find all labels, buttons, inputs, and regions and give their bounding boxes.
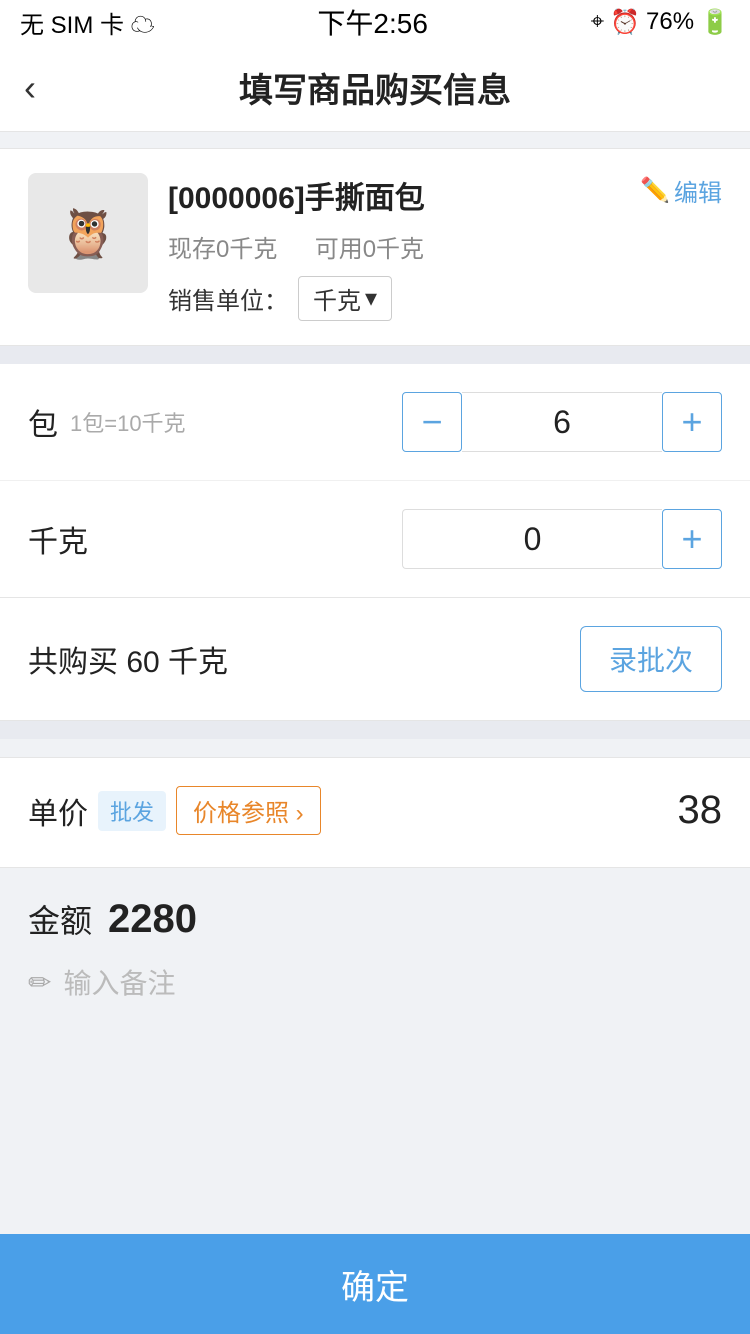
- product-thumbnail: 🦉: [28, 173, 148, 293]
- product-card: 🦉 [0000006]手撕面包 现存0千克 可用0千克 销售单位： 千克 ▾ ✏…: [0, 148, 750, 346]
- price-tag: 批发: [98, 791, 166, 831]
- edit-button[interactable]: ✏️ 编辑: [640, 173, 722, 208]
- kg-stepper: +: [402, 509, 722, 569]
- product-stock: 现存0千克 可用0千克: [168, 229, 620, 264]
- product-logo: 🦉: [58, 205, 118, 262]
- back-button[interactable]: ‹: [24, 67, 36, 109]
- status-bar: 无 SIM 卡 ☁ 下午2:56 ⌖ ⏰ 76% 🔋: [0, 0, 750, 44]
- product-name: [0000006]手撕面包: [168, 173, 620, 217]
- confirm-button[interactable]: 确定: [0, 1234, 750, 1334]
- header: ‹ 填写商品购买信息: [0, 44, 750, 132]
- location-icon: ⌖: [591, 8, 605, 36]
- unit-chevron-icon: ▾: [365, 284, 377, 313]
- price-label: 单价: [28, 789, 88, 833]
- bao-sub-label: 1包=10千克: [70, 406, 186, 438]
- battery-label: 76%: [646, 8, 694, 36]
- price-section: 单价 批发 价格参照 › 38: [0, 757, 750, 868]
- bao-plus-button[interactable]: +: [662, 392, 722, 452]
- stock-spacer: [284, 236, 308, 263]
- unit-value: 千克: [313, 281, 361, 316]
- kg-input-row: 千克 +: [0, 481, 750, 597]
- edit-label: 编辑: [674, 173, 722, 208]
- section-divider-1: [0, 346, 750, 364]
- bao-minus-button[interactable]: −: [402, 392, 462, 452]
- amount-label: 金额: [28, 896, 92, 942]
- battery-icon: 🔋: [700, 8, 730, 37]
- price-left: 单价 批发 价格参照 ›: [28, 786, 321, 835]
- summary-row: 共购买 60 千克 录批次: [0, 598, 750, 721]
- summary-text: 共购买 60 千克: [28, 637, 228, 681]
- price-value: 38: [678, 788, 723, 833]
- status-time: 下午2:56: [317, 2, 428, 42]
- price-ref-button[interactable]: 价格参照 ›: [176, 786, 321, 835]
- kg-input[interactable]: [402, 509, 662, 569]
- page-title: 填写商品购买信息: [239, 63, 511, 112]
- bao-input[interactable]: [462, 392, 662, 452]
- product-info: [0000006]手撕面包 现存0千克 可用0千克 销售单位： 千克 ▾: [168, 173, 620, 321]
- available-label: 可用0千克: [315, 236, 424, 263]
- bao-input-row: 包 1包=10千克 − +: [0, 364, 750, 481]
- section-divider-2: [0, 721, 750, 739]
- amount-section: 金额 2280 ✏ 输入备注: [0, 868, 750, 1022]
- status-right: ⌖ ⏰ 76% 🔋: [591, 8, 730, 37]
- batch-button[interactable]: 录批次: [580, 626, 722, 692]
- unit-label: 销售单位：: [168, 281, 288, 316]
- product-card-right: ✏️ 编辑: [640, 173, 722, 208]
- remark-icon: ✏: [28, 966, 51, 999]
- amount-value: 2280: [108, 897, 197, 942]
- price-row: 单价 批发 价格参照 › 38: [28, 786, 722, 835]
- bao-stepper: − +: [402, 392, 722, 452]
- input-section: 包 1包=10千克 − + 千克 +: [0, 364, 750, 598]
- remark-row[interactable]: ✏ 输入备注: [28, 962, 722, 1022]
- remark-placeholder[interactable]: 输入备注: [63, 962, 175, 1002]
- unit-select[interactable]: 千克 ▾: [298, 276, 392, 321]
- status-left: 无 SIM 卡 ☁: [20, 5, 155, 40]
- stock-label: 现存0千克: [168, 236, 277, 263]
- kg-plus-button[interactable]: +: [662, 509, 722, 569]
- alarm-icon: ⏰: [610, 8, 640, 37]
- product-unit-row: 销售单位： 千克 ▾: [168, 276, 620, 321]
- edit-icon: ✏️: [640, 176, 670, 205]
- kg-label: 千克: [28, 517, 88, 561]
- amount-row: 金额 2280: [28, 896, 722, 942]
- sim-status: 无 SIM 卡 ☁: [20, 5, 155, 40]
- bao-label: 包: [28, 400, 58, 444]
